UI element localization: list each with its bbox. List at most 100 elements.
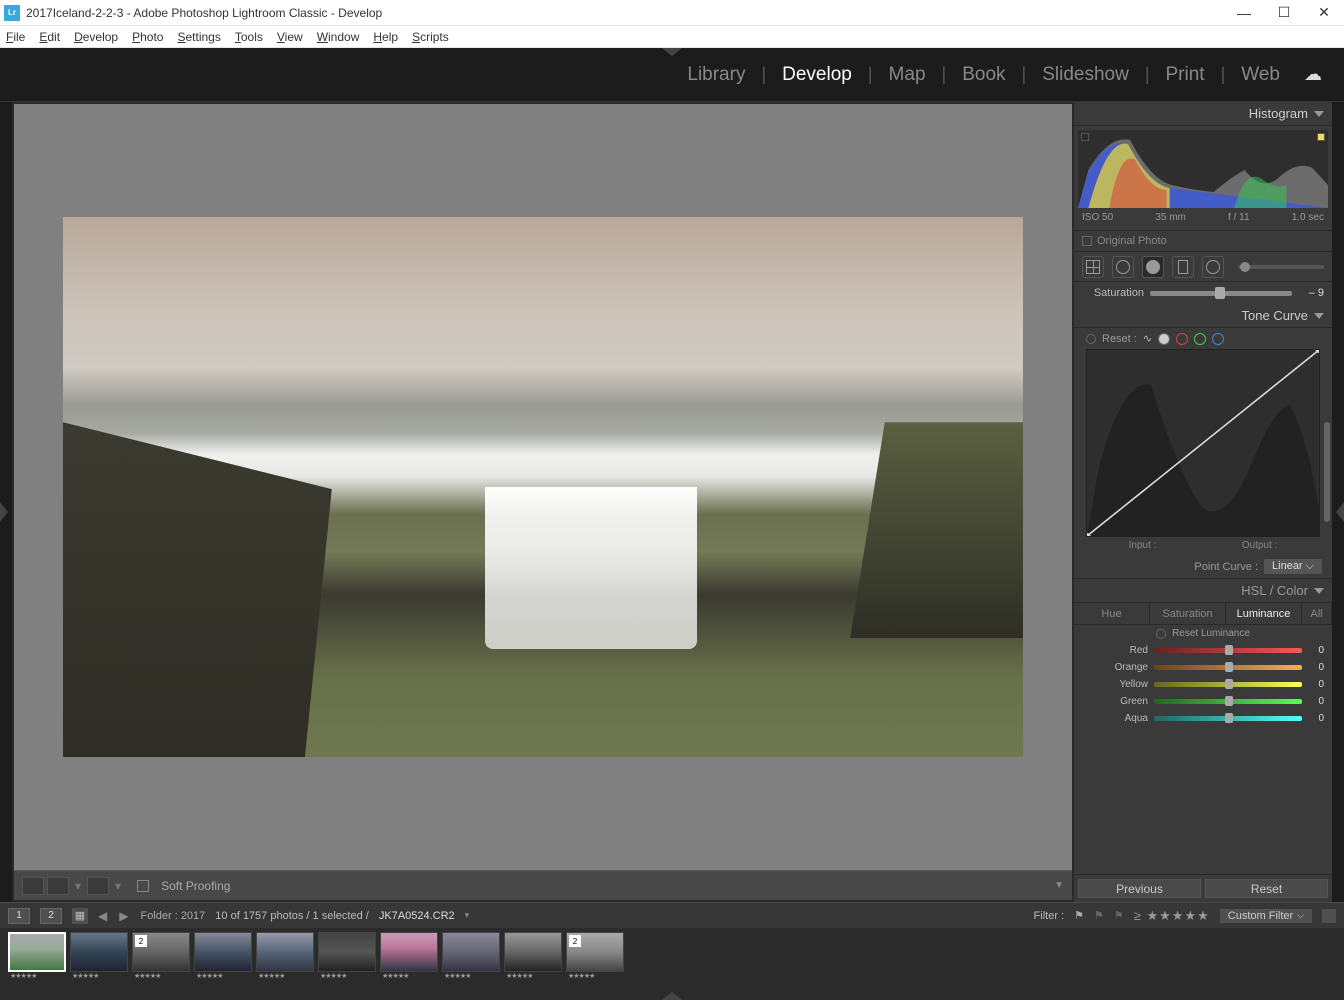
left-panel-collapsed[interactable]	[0, 102, 12, 902]
menu-scripts[interactable]: Scripts	[412, 30, 449, 44]
target-adjust-icon[interactable]	[1086, 334, 1096, 344]
hsl-reset-label[interactable]: Reset Luminance	[1074, 625, 1332, 642]
hsl-header[interactable]: HSL / Color	[1074, 579, 1332, 603]
hsl-tab-saturation[interactable]: Saturation	[1150, 603, 1226, 624]
tool-slider[interactable]	[1238, 265, 1324, 269]
channel-rgb[interactable]	[1158, 333, 1170, 345]
expand-bottom-icon[interactable]	[662, 992, 682, 1000]
expand-top-icon[interactable]	[662, 48, 682, 56]
compare-yy-button[interactable]	[87, 877, 109, 895]
module-print[interactable]: Print	[1162, 64, 1209, 86]
titlebar: Lr 2017Iceland-2-2-3 - Adobe Photoshop L…	[0, 0, 1344, 26]
minimize-button[interactable]: —	[1224, 0, 1264, 26]
cloud-sync-icon[interactable]: ☁	[1304, 64, 1322, 85]
menu-develop[interactable]: Develop	[74, 30, 118, 44]
original-photo-toggle[interactable]: Original Photo	[1074, 230, 1332, 252]
nav-back[interactable]: ◀	[98, 909, 109, 923]
tone-curve-plot[interactable]	[1086, 349, 1320, 537]
menu-settings[interactable]: Settings	[177, 30, 220, 44]
previous-button[interactable]: Previous	[1078, 879, 1201, 898]
saturation-slider[interactable]: Saturation – 9	[1074, 282, 1332, 304]
menu-window[interactable]: Window	[317, 30, 360, 44]
expand-right-icon[interactable]	[1336, 502, 1344, 522]
right-edge[interactable]	[1332, 102, 1344, 902]
target-adjust-icon[interactable]	[1156, 629, 1166, 639]
channel-red[interactable]	[1176, 333, 1188, 345]
folder-path[interactable]: Folder : 2017	[140, 910, 205, 922]
toolbar-dropdown[interactable]: ▼	[1054, 880, 1064, 891]
filter-stars[interactable]: ≥ ★★★★★	[1134, 908, 1210, 924]
hsl-slider-red[interactable]: Red0	[1074, 642, 1332, 659]
canvas-column: ▾ ▾ Soft Proofing ▼	[12, 102, 1074, 902]
filter-label: Filter :	[1034, 910, 1065, 922]
menu-tools[interactable]: Tools	[235, 30, 263, 44]
hsl-slider-orange[interactable]: Orange0	[1074, 659, 1332, 676]
histogram-title: Histogram	[1249, 106, 1308, 121]
thumbnail[interactable]: ★★★★★	[442, 932, 500, 980]
menu-edit[interactable]: Edit	[39, 30, 60, 44]
hsl-slider-aqua[interactable]: Aqua0	[1074, 710, 1332, 727]
grid-view-icon[interactable]: ▦	[72, 908, 88, 924]
radial-tool[interactable]	[1202, 256, 1224, 278]
module-slideshow[interactable]: Slideshow	[1038, 64, 1133, 86]
monitor-2[interactable]: 2	[40, 908, 62, 924]
redeye-tool[interactable]	[1142, 256, 1164, 278]
crop-tool[interactable]	[1082, 256, 1104, 278]
thumbnail[interactable]: ★★★★★	[318, 932, 376, 980]
close-button[interactable]: ✕	[1304, 0, 1344, 26]
module-book[interactable]: Book	[958, 64, 1009, 86]
menubar: File Edit Develop Photo Settings Tools View Win…	[0, 26, 1344, 48]
channel-blue[interactable]	[1212, 333, 1224, 345]
soft-proofing-checkbox[interactable]	[137, 880, 149, 892]
highlight-clip-icon[interactable]	[1317, 133, 1325, 141]
tone-curve-reset-row: Reset : ∿	[1086, 332, 1320, 345]
thumbnail[interactable]: ★★★★★	[256, 932, 314, 980]
custom-filter-dropdown[interactable]: Custom Filter⌵	[1220, 909, 1312, 923]
loupe-view-button[interactable]	[22, 877, 44, 895]
point-curve-select[interactable]: Point Curve : Linear ⌵	[1074, 555, 1332, 579]
expand-left-icon[interactable]	[0, 502, 8, 522]
filter-flag-icon[interactable]: ⚑	[1094, 909, 1104, 922]
module-map[interactable]: Map	[885, 64, 930, 86]
channel-green[interactable]	[1194, 333, 1206, 345]
photo-preview[interactable]	[63, 217, 1023, 757]
collapse-icon	[1314, 588, 1324, 594]
filter-lock-icon[interactable]	[1322, 909, 1336, 923]
panel-scrollbar[interactable]	[1324, 422, 1330, 522]
maximize-button[interactable]: ☐	[1264, 0, 1304, 26]
hsl-slider-green[interactable]: Green0	[1074, 693, 1332, 710]
spot-tool[interactable]	[1112, 256, 1134, 278]
menu-file[interactable]: File	[6, 30, 25, 44]
thumbnail[interactable]: ★★★★★	[380, 932, 438, 980]
mask-tool[interactable]	[1172, 256, 1194, 278]
tone-curve-header[interactable]: Tone Curve	[1074, 304, 1332, 328]
menu-photo[interactable]: Photo	[132, 30, 163, 44]
hsl-tab-all[interactable]: All	[1302, 603, 1332, 624]
monitor-1[interactable]: 1	[8, 908, 30, 924]
menu-view[interactable]: View	[277, 30, 303, 44]
histogram-header[interactable]: Histogram	[1074, 102, 1332, 126]
histogram-plot[interactable]	[1078, 130, 1328, 208]
thumbnail[interactable]: 2★★★★★	[566, 932, 624, 980]
shadow-clip-icon[interactable]	[1081, 133, 1089, 141]
module-develop[interactable]: Develop	[778, 64, 856, 86]
soft-proofing-label: Soft Proofing	[161, 879, 230, 893]
thumbnail[interactable]: ★★★★★	[70, 932, 128, 980]
hsl-tab-hue[interactable]: Hue	[1074, 603, 1150, 624]
thumbnail[interactable]: ★★★★★	[504, 932, 562, 980]
canvas-area	[14, 104, 1072, 870]
filter-flag-icon[interactable]: ⚑	[1114, 909, 1124, 922]
nav-forward[interactable]: ▶	[119, 909, 130, 923]
hsl-slider-yellow[interactable]: Yellow0	[1074, 676, 1332, 693]
thumbnail[interactable]: ★★★★★	[194, 932, 252, 980]
module-library[interactable]: Library	[683, 64, 749, 86]
thumbnail[interactable]: ★★★★★	[8, 932, 66, 980]
reset-button[interactable]: Reset	[1205, 879, 1328, 898]
menu-help[interactable]: Help	[373, 30, 398, 44]
module-web[interactable]: Web	[1237, 64, 1284, 86]
hsl-tab-luminance[interactable]: Luminance	[1226, 603, 1302, 624]
before-after-button[interactable]	[47, 877, 69, 895]
window-title: 2017Iceland-2-2-3 - Adobe Photoshop Ligh…	[26, 6, 1224, 20]
thumbnail[interactable]: 2★★★★★	[132, 932, 190, 980]
filter-flag-icon[interactable]: ⚑	[1074, 909, 1084, 922]
